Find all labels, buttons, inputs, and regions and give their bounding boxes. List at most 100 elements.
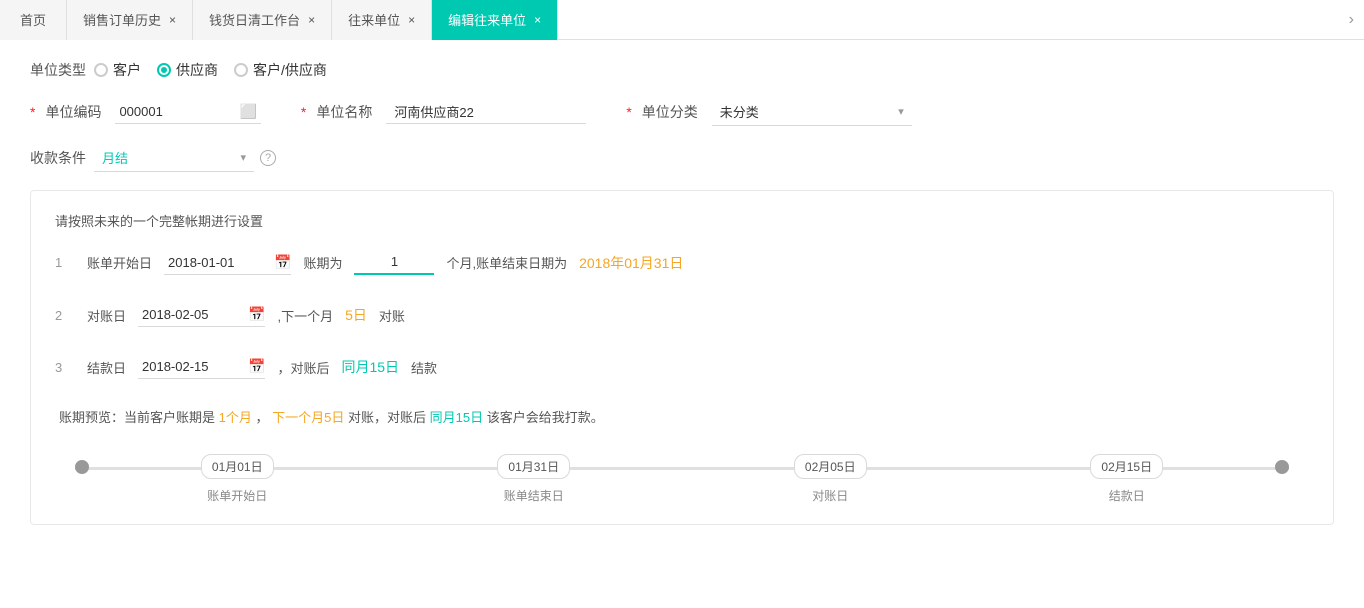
timeline-label-3: 对账日: [812, 487, 848, 504]
unit-category-label: 单位分类: [642, 102, 698, 122]
timeline-start-circle: [75, 460, 89, 474]
unit-category-dropdown[interactable]: 未分类 ▾: [712, 98, 912, 126]
row-num-2: 2: [55, 308, 75, 323]
copy-icon[interactable]: ⬜: [235, 103, 260, 120]
unit-code-input[interactable]: [115, 100, 235, 123]
payment-suffix: ，对账后: [277, 358, 329, 377]
close-tab-cash-work[interactable]: ×: [308, 13, 315, 27]
start-date-input[interactable]: [164, 251, 274, 274]
radio-label-supplier: 供应商: [176, 60, 218, 80]
reconcile-date-input-wrap: 📅: [138, 303, 265, 327]
card-instruction: 请按照未来的一个完整帐期进行设置: [55, 211, 1309, 230]
timeline-point-1: 01月01日 账单开始日: [201, 454, 274, 504]
reconcile-suffix: ,下一个月: [277, 306, 333, 325]
radio-customer[interactable]: 客户: [94, 60, 141, 80]
row-num-1: 1: [55, 255, 75, 270]
preview-part1: 1个月: [219, 410, 252, 425]
tab-edit-partner[interactable]: 编辑往来单位 ×: [432, 0, 558, 40]
tab-bar: 首页 销售订单历史 × 钱货日清工作台 × 往来单位 × 编辑往来单位 × ›: [0, 0, 1364, 40]
timeline-point-2: 01月31日 账单结束日: [497, 454, 570, 504]
timeline-label-2: 账单结束日: [504, 487, 564, 504]
reconcile-end: 对账: [379, 306, 405, 325]
unit-name-input[interactable]: [386, 100, 586, 124]
tab-cash-work[interactable]: 钱货日清工作台 ×: [193, 0, 332, 40]
preview-text: 账期预览：当前客户账期是 1个月 ， 下一个月5日 对账，对账后 同月15日 该…: [55, 407, 1309, 426]
unit-code-input-wrap: ⬜: [115, 100, 260, 124]
row-num-3: 3: [55, 360, 75, 375]
timeline-badge-4: 02月15日: [1090, 454, 1163, 479]
help-icon[interactable]: ?: [260, 150, 276, 166]
start-date-label: 账单开始日: [87, 253, 152, 272]
unit-name-field: * 单位名称: [301, 100, 586, 124]
payment-terms-row: 收款条件 月结 ▾ ?: [30, 144, 1334, 172]
tab-home[interactable]: 首页: [0, 0, 67, 40]
tab-sales-history[interactable]: 销售订单历史 ×: [67, 0, 193, 40]
start-date-calendar-icon[interactable]: 📅: [274, 254, 291, 271]
payment-terms-dropdown[interactable]: 月结 ▾: [94, 144, 254, 172]
preview-part2: 下一个月5日: [272, 410, 344, 425]
preview-part3: 同月15日: [430, 410, 483, 425]
unit-info-row: * 单位编码 ⬜ * 单位名称 * 单位分类 未分类 ▾: [30, 98, 1334, 126]
preview-mid2: 对账，对账后: [348, 410, 430, 425]
payment-highlight: 同月15日: [341, 357, 399, 377]
preview-prefix: 账期预览：当前客户账期是: [59, 410, 215, 425]
tab-scroll-right[interactable]: ›: [1339, 11, 1364, 29]
timeline-end-dot: [1275, 460, 1289, 474]
timeline-badge-2: 01月31日: [497, 454, 570, 479]
unit-code-label: 单位编码: [45, 102, 101, 122]
unit-category-arrow: ▾: [898, 105, 904, 118]
setting-row-1: 1 账单开始日 📅 账期为 个月,账单结束日期为 2018年01月31日: [55, 250, 1309, 275]
radio-circle-customer-supplier: [234, 63, 248, 77]
close-tab-edit-partner[interactable]: ×: [534, 13, 541, 27]
period-prefix: 账期为: [303, 253, 342, 272]
radio-customer-supplier[interactable]: 客户/供应商: [234, 60, 327, 80]
timeline-point-4: 02月15日 结款日: [1090, 454, 1163, 504]
page-content: 单位类型 客户 供应商 客户/供应商 * 单位编码 ⬜: [0, 40, 1364, 608]
radio-circle-supplier: [157, 63, 171, 77]
timeline-badge-3: 02月05日: [794, 454, 867, 479]
unit-name-label: 单位名称: [316, 102, 372, 122]
payment-date-label: 结款日: [87, 358, 126, 377]
period-suffix: 个月,账单结束日期为: [446, 253, 567, 272]
radio-circle-customer: [94, 63, 108, 77]
timeline-label-1: 账单开始日: [207, 487, 267, 504]
setting-row-3: 3 结款日 📅 ，对账后 同月15日 结款: [55, 355, 1309, 379]
payment-date-input[interactable]: [138, 355, 248, 378]
reconcile-highlight: 5日: [345, 305, 367, 325]
timeline-end-circle: [1275, 460, 1289, 474]
timeline-badge-1: 01月01日: [201, 454, 274, 479]
close-tab-sales-history[interactable]: ×: [169, 13, 176, 27]
radio-supplier[interactable]: 供应商: [157, 60, 218, 80]
reconcile-date-input[interactable]: [138, 303, 248, 326]
unit-code-field: * 单位编码 ⬜: [30, 100, 261, 124]
reconcile-date-label: 对账日: [87, 306, 126, 325]
radio-label-customer-supplier: 客户/供应商: [253, 60, 327, 80]
unit-type-label: 单位类型: [30, 60, 86, 80]
unit-category-value: 未分类: [720, 102, 892, 121]
payment-end: 结款: [411, 358, 437, 377]
payment-date-calendar-icon[interactable]: 📅: [248, 358, 265, 375]
tab-partners[interactable]: 往来单位 ×: [332, 0, 432, 40]
timeline-points: 01月01日 账单开始日 01月31日 账单结束日 02月05日 对账日: [75, 454, 1289, 504]
period-settings-card: 请按照未来的一个完整帐期进行设置 1 账单开始日 📅 账期为 个月,账单结束日期…: [30, 190, 1334, 525]
setting-row-2: 2 对账日 📅 ,下一个月 5日 对账: [55, 303, 1309, 327]
close-tab-partners[interactable]: ×: [408, 13, 415, 27]
start-date-input-wrap: 📅: [164, 251, 291, 275]
timeline-point-3: 02月05日 对账日: [794, 454, 867, 504]
end-date-highlight: 2018年01月31日: [579, 253, 683, 273]
payment-terms-arrow: ▾: [240, 151, 246, 164]
reconcile-date-calendar-icon[interactable]: 📅: [248, 306, 265, 323]
payment-terms-value: 月结: [102, 148, 234, 167]
radio-label-customer: 客户: [113, 60, 141, 80]
preview-mid1: ，: [256, 410, 269, 425]
payment-terms-label: 收款条件: [30, 148, 86, 168]
timeline-start-dot: [75, 460, 89, 474]
timeline-label-4: 结款日: [1109, 487, 1145, 504]
unit-type-radio-group: 客户 供应商 客户/供应商: [94, 60, 327, 80]
period-value-input[interactable]: [354, 250, 434, 275]
timeline: 01月01日 账单开始日 01月31日 账单结束日 02月05日 对账日: [55, 454, 1309, 504]
unit-type-row: 单位类型 客户 供应商 客户/供应商: [30, 60, 1334, 80]
unit-category-field: * 单位分类 未分类 ▾: [626, 98, 911, 126]
payment-date-input-wrap: 📅: [138, 355, 265, 379]
preview-suffix: 该客户会给我打款。: [487, 410, 604, 425]
